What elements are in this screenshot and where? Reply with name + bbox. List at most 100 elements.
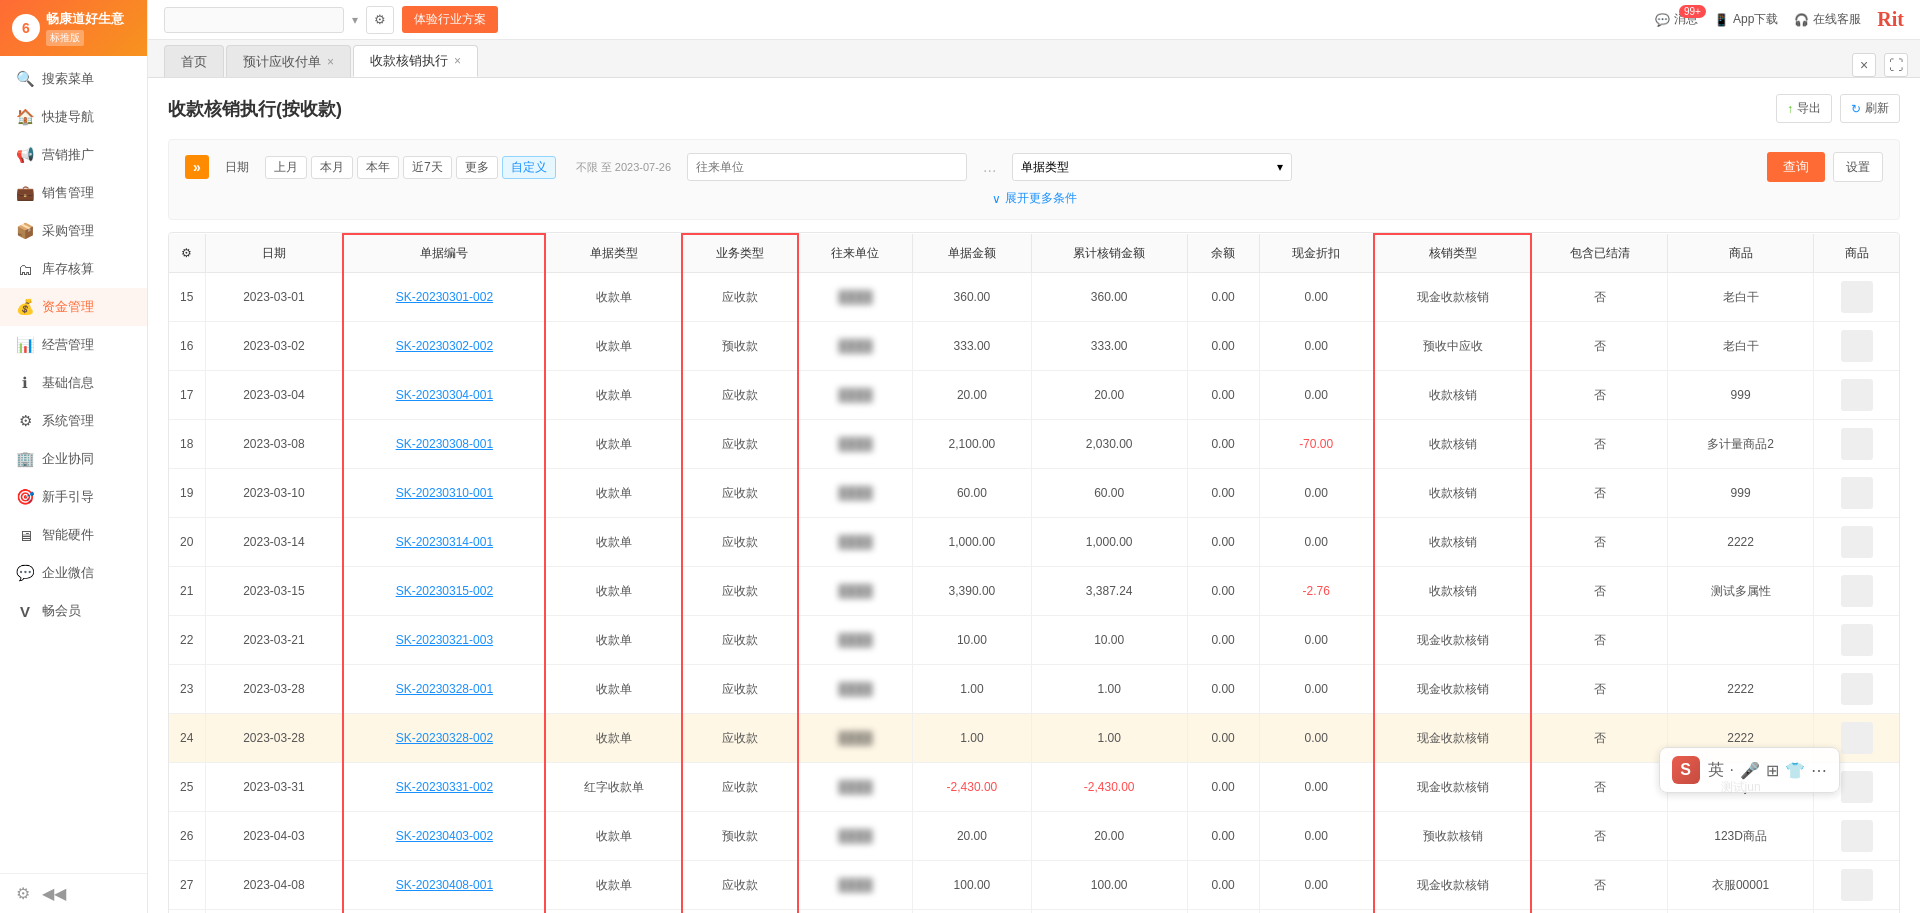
tab-expand-button[interactable]: ⛶ (1884, 53, 1908, 77)
refresh-button[interactable]: ↻ 刷新 (1840, 94, 1900, 123)
sidebar-item-system[interactable]: ⚙ 系统管理 (0, 402, 147, 440)
tab-writeoff[interactable]: 收款核销执行 × (353, 45, 478, 77)
date-this-year-button[interactable]: 本年 (357, 156, 399, 179)
cell-doc-no[interactable]: SK-20230328-002 (343, 714, 545, 763)
sidebar-item-inventory[interactable]: 🗂 库存核算 (0, 250, 147, 288)
cell-doc-no[interactable]: SK-20230310-001 (343, 469, 545, 518)
cell-cash-discount: 0.00 (1259, 616, 1374, 665)
refresh-icon: ↻ (1851, 102, 1861, 116)
cell-goods-img (1814, 469, 1899, 518)
sidebar-item-purchase[interactable]: 📦 采购管理 (0, 212, 147, 250)
cell-writeoff-type: 收款核销 (1374, 371, 1532, 420)
sidebar-item-sales[interactable]: 💼 销售管理 (0, 174, 147, 212)
cell-goods-img (1814, 714, 1899, 763)
filter-expand-button[interactable]: » (185, 155, 209, 179)
expand-more-button[interactable]: ∨ 展开更多条件 (185, 190, 1883, 207)
cell-doc-no[interactable]: SK-20230321-003 (343, 616, 545, 665)
settings-gear-button[interactable]: ⚙ (366, 6, 394, 34)
messages-button[interactable]: 💬 消息 99+ (1655, 11, 1698, 28)
cell-balance: 0.00 (1187, 665, 1259, 714)
cell-biz-type: 应收款 (682, 518, 798, 567)
app-download-button[interactable]: 📱 App下载 (1714, 11, 1778, 28)
sidebar-item-nav[interactable]: 🏠 快捷导航 (0, 98, 147, 136)
export-button[interactable]: ↑ 导出 (1776, 94, 1832, 123)
cell-doc-no[interactable]: SK-20230328-001 (343, 665, 545, 714)
cell-writeoff-amount: 360.00 (1031, 273, 1187, 322)
cell-balance: 0.00 (1187, 273, 1259, 322)
sidebar-item-enterprise[interactable]: 🏢 企业协同 (0, 440, 147, 478)
date-more-button[interactable]: 更多 (456, 156, 498, 179)
cell-doc-no[interactable]: SK-20230315-002 (343, 567, 545, 616)
query-button[interactable]: 查询 (1767, 152, 1825, 182)
partner-input[interactable] (687, 153, 967, 181)
date-this-month-button[interactable]: 本月 (311, 156, 353, 179)
cell-doc-no[interactable]: SK-20230308-001 (343, 420, 545, 469)
date-last-7-days-button[interactable]: 近7天 (403, 156, 452, 179)
sidebar-item-hardware[interactable]: 🖥 智能硬件 (0, 516, 147, 554)
purchase-icon: 📦 (16, 222, 34, 240)
receipt-type-select[interactable]: 单据类型 ▾ (1012, 153, 1292, 181)
date-last-month-button[interactable]: 上月 (265, 156, 307, 179)
cell-include-settled: 否 (1531, 763, 1667, 812)
content-area: 收款核销执行(按收款) ↑ 导出 ↻ 刷新 » 日期 (148, 78, 1920, 913)
sidebar-item-search[interactable]: 🔍 搜索菜单 (0, 60, 147, 98)
footer-settings-icon[interactable]: ⚙ (16, 884, 30, 903)
sidebar-item-guide[interactable]: 🎯 新手引导 (0, 478, 147, 516)
cell-goods-img (1814, 273, 1899, 322)
cell-balance: 0.00 (1187, 518, 1259, 567)
th-partner: 往来单位 (798, 234, 913, 273)
industry-solution-button[interactable]: 体验行业方案 (402, 6, 498, 33)
cell-writeoff-amount: 2,030.00 (1031, 420, 1187, 469)
tab-close-all-button[interactable]: × (1852, 53, 1876, 77)
home-icon: 🏠 (16, 108, 34, 126)
footer-collapse-icon[interactable]: ◀◀ (42, 884, 66, 903)
cell-doc-no[interactable]: SK-20230403-002 (343, 812, 545, 861)
sidebar-item-operations[interactable]: 📊 经营管理 (0, 326, 147, 364)
cell-biz-type: 应收款 (682, 861, 798, 910)
cell-amount: 1,000.00 (913, 518, 1032, 567)
cell-doc-no[interactable]: SK-20230304-001 (343, 371, 545, 420)
cell-writeoff-amount: 20.00 (1031, 812, 1187, 861)
column-settings-icon[interactable]: ⚙ (181, 246, 192, 260)
sidebar-item-wechat[interactable]: 💬 企业微信 (0, 554, 147, 592)
cell-doc-no[interactable]: SK-20230408-001 (343, 861, 545, 910)
table-row: 262023-04-03SK-20230403-002收款单预收款████20.… (169, 812, 1899, 861)
message-icon: 💬 (1655, 13, 1670, 27)
cell-include-settled: 否 (1531, 371, 1667, 420)
cell-cash-discount: 0.00 (1259, 518, 1374, 567)
sidebar-item-marketing[interactable]: 📢 营销推广 (0, 136, 147, 174)
online-service-button[interactable]: 🎧 在线客服 (1794, 11, 1861, 28)
cell-doc-type: 收款单 (545, 910, 682, 914)
cell-writeoff-amount: -2,430.00 (1031, 763, 1187, 812)
table-row: 222023-03-21SK-20230321-003收款单应收款████10.… (169, 616, 1899, 665)
cell-date: 2023-03-14 (205, 518, 343, 567)
cell-doc-type: 收款单 (545, 518, 682, 567)
cell-no: 16 (169, 322, 205, 371)
filter-row: » 日期 上月 本月 本年 近7天 更多 自定义 不限 至 2023-07-26… (185, 152, 1883, 182)
select-arrow-icon: ▾ (1277, 160, 1283, 174)
breadcrumb-input[interactable] (164, 7, 344, 33)
cell-partner: ████ (798, 861, 913, 910)
cell-doc-no[interactable]: SK-20230301-002 (343, 273, 545, 322)
tab-home[interactable]: 首页 (164, 45, 224, 77)
sidebar-item-finance[interactable]: 💰 资金管理 (0, 288, 147, 326)
cell-balance: 0.00 (1187, 322, 1259, 371)
table-row: 182023-03-08SK-20230308-001收款单应收款████2,1… (169, 420, 1899, 469)
date-custom-button[interactable]: 自定义 (502, 156, 556, 179)
cell-doc-no[interactable]: SK-20230331-002 (343, 763, 545, 812)
cell-doc-no[interactable]: SK-20230302-002 (343, 322, 545, 371)
tab-prepay[interactable]: 预计应收付单 × (226, 45, 351, 77)
cell-cash-discount: 0.00 (1259, 273, 1374, 322)
filter-settings-button[interactable]: 设置 (1833, 152, 1883, 182)
tab-close-prepay[interactable]: × (327, 55, 334, 69)
cell-include-settled: 否 (1531, 518, 1667, 567)
sidebar-item-basics[interactable]: ℹ 基础信息 (0, 364, 147, 402)
cell-doc-no[interactable]: SK-20230314-001 (343, 518, 545, 567)
cell-partner: ████ (798, 763, 913, 812)
tab-close-writeoff[interactable]: × (454, 54, 461, 68)
th-settings[interactable]: ⚙ (169, 234, 205, 273)
cell-amount: 10.00 (913, 616, 1032, 665)
sidebar-item-member[interactable]: V 畅会员 (0, 592, 147, 630)
page-content: 收款核销执行(按收款) ↑ 导出 ↻ 刷新 » 日期 (148, 78, 1920, 913)
cell-doc-no[interactable]: SK-20230418-001 (343, 910, 545, 914)
